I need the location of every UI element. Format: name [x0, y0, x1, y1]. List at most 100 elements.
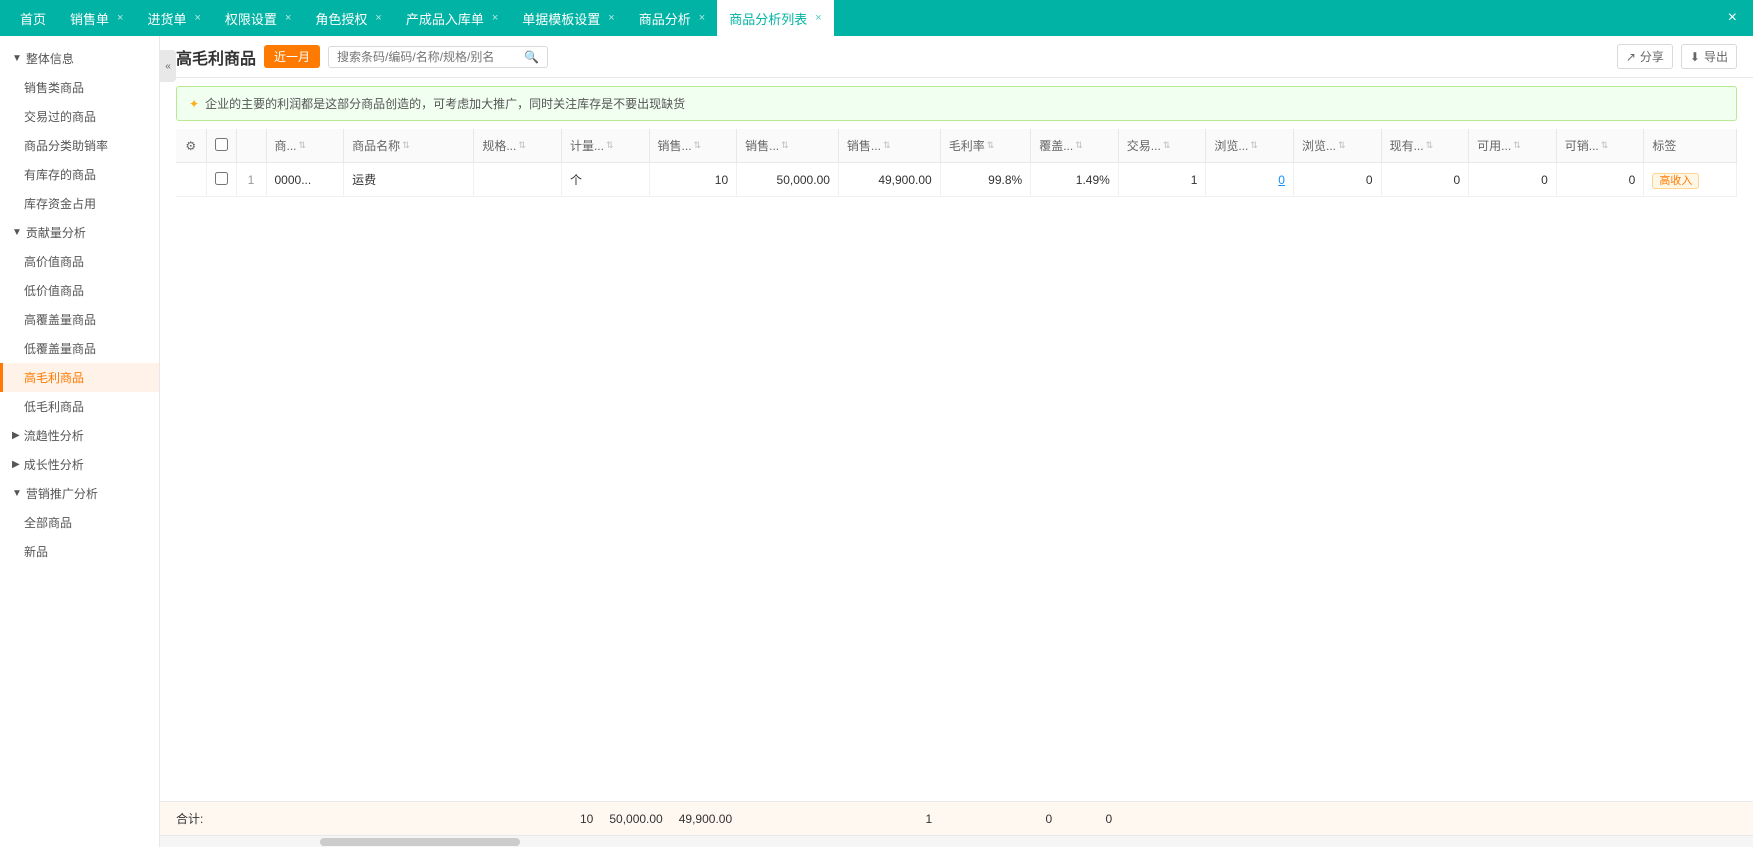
close-purchase-order[interactable]: × [194, 12, 200, 24]
th-settings[interactable]: ⚙ [176, 129, 206, 163]
nav-product-stock[interactable]: 产成品入库单 × [394, 0, 510, 36]
sidebar-item-new-goods[interactable]: 新品 [0, 537, 159, 566]
nav-purchase-order[interactable]: 进货单 × [135, 0, 212, 36]
close-product-analysis-list[interactable]: × [815, 12, 821, 24]
arrow-contribution: ▼ [12, 227, 22, 238]
sidebar-item-traded-goods[interactable]: 交易过的商品 [0, 102, 159, 131]
sort-gross-rate-icon: ⇅ [987, 140, 995, 151]
sidebar-item-high-coverage[interactable]: 高覆盖量商品 [0, 305, 159, 334]
export-button[interactable]: ⬇ 导出 [1681, 44, 1737, 69]
th-code[interactable]: 商...⇅ [266, 129, 344, 163]
share-button[interactable]: ↗ 分享 [1617, 44, 1673, 69]
sort-trade-icon: ⇅ [1163, 140, 1171, 151]
sort-sales-cost-icon: ⇅ [883, 140, 891, 151]
nav-role-auth[interactable]: 角色授权 × [303, 0, 393, 36]
horizontal-scrollbar[interactable] [160, 835, 1753, 847]
footer-sales-amt: 50,000.00 [601, 812, 670, 826]
sidebar-item-low-margin[interactable]: 低毛利商品 [0, 392, 159, 421]
sidebar-item-stock-capital[interactable]: 库存资金占用 [0, 189, 159, 218]
nav-product-analysis[interactable]: 商品分析 × [627, 0, 717, 36]
table-row: 1 0000... 运费 个 [176, 163, 1737, 197]
filter-recent-month-button[interactable]: 近一月 [264, 45, 320, 68]
sidebar-group-growth[interactable]: ▶ 成长性分析 [0, 450, 159, 479]
footer-label: 合计: [176, 810, 203, 827]
th-sales-amt[interactable]: 销售...⇅ [737, 129, 839, 163]
table-header-row: ⚙ 商...⇅ 商品名称⇅ 规格...⇅ 计量...⇅ [176, 129, 1737, 163]
sort-sales-qty-icon: ⇅ [694, 140, 702, 151]
sidebar-group-flow[interactable]: ▶ 流趋性分析 [0, 421, 159, 450]
td-browse1[interactable]: 0 [1206, 163, 1294, 197]
sidebar-item-sales-goods[interactable]: 销售类商品 [0, 73, 159, 102]
th-stock-cur[interactable]: 现有...⇅ [1381, 129, 1469, 163]
sidebar-item-all-goods[interactable]: 全部商品 [0, 508, 159, 537]
th-sales-cost[interactable]: 销售...⇅ [838, 129, 940, 163]
th-unit[interactable]: 计量...⇅ [561, 129, 649, 163]
td-stock-cur: 0 [1381, 163, 1469, 197]
close-role-auth[interactable]: × [375, 12, 381, 24]
nav-home[interactable]: 首页 [8, 0, 58, 36]
footer-browse2: 0 [1000, 812, 1060, 826]
sidebar-item-high-value[interactable]: 高价值商品 [0, 247, 159, 276]
th-stock-sale[interactable]: 可销...⇅ [1556, 129, 1644, 163]
th-spec[interactable]: 规格...⇅ [474, 129, 562, 163]
close-product-stock[interactable]: × [492, 12, 498, 24]
nav-product-analysis-list[interactable]: 商品分析列表 × [717, 0, 833, 36]
select-all-checkbox[interactable] [215, 138, 228, 151]
search-input[interactable] [337, 50, 520, 64]
sidebar: ▼ 整体信息 销售类商品 交易过的商品 商品分类助销率 有库存的商品 库存资金占… [0, 36, 160, 847]
close-product-analysis[interactable]: × [699, 12, 705, 24]
data-table: ⚙ 商...⇅ 商品名称⇅ 规格...⇅ 计量...⇅ [176, 129, 1737, 197]
th-checkbox[interactable] [206, 129, 236, 163]
td-trade: 1 [1118, 163, 1206, 197]
sidebar-group-overall[interactable]: ▼ 整体信息 [0, 44, 159, 73]
th-trade[interactable]: 交易...⇅ [1118, 129, 1206, 163]
td-checkbox[interactable] [206, 163, 236, 197]
sidebar-item-category-assist[interactable]: 商品分类助销率 [0, 131, 159, 160]
th-browse1[interactable]: 浏览...⇅ [1206, 129, 1294, 163]
th-name[interactable]: 商品名称⇅ [344, 129, 474, 163]
nav-template-settings[interactable]: 单据模板设置 × [510, 0, 626, 36]
th-tag: 标签 [1644, 129, 1737, 163]
nav-sales-order[interactable]: 销售单 × [58, 0, 135, 36]
th-stock-avail[interactable]: 可用...⇅ [1469, 129, 1557, 163]
th-browse2[interactable]: 浏览...⇅ [1293, 129, 1381, 163]
tag-badge: 高收入 [1652, 173, 1699, 189]
sidebar-item-low-value[interactable]: 低价值商品 [0, 276, 159, 305]
sidebar-collapse-button[interactable]: « [160, 50, 176, 82]
arrow-overall: ▼ [12, 53, 22, 64]
arrow-growth: ▶ [12, 459, 20, 470]
export-icon: ⬇ [1690, 50, 1700, 64]
sidebar-item-stock-goods[interactable]: 有库存的商品 [0, 160, 159, 189]
sidebar-group-marketing[interactable]: ▼ 营销推广分析 [0, 479, 159, 508]
td-sales-qty: 10 [649, 163, 737, 197]
th-rownum [236, 129, 266, 163]
table-footer: 合计: 10 50,000.00 49,900.00 1 0 0 [160, 801, 1753, 835]
sort-browse2-icon: ⇅ [1338, 140, 1346, 151]
th-gross-rate[interactable]: 毛利率⇅ [940, 129, 1030, 163]
td-settings [176, 163, 206, 197]
sidebar-item-high-margin[interactable]: 高毛利商品 [0, 363, 159, 392]
sidebar-item-low-coverage[interactable]: 低覆盖量商品 [0, 334, 159, 363]
sort-unit-icon: ⇅ [606, 140, 614, 151]
close-permission-settings[interactable]: × [285, 12, 291, 24]
nav-close-all[interactable]: × [1720, 9, 1745, 27]
footer-sales-qty: 10 [541, 812, 601, 826]
nav-permission-settings[interactable]: 权限设置 × [213, 0, 303, 36]
search-icon[interactable]: 🔍 [524, 50, 539, 64]
sort-coverage-icon: ⇅ [1075, 140, 1083, 151]
td-coverage: 1.49% [1031, 163, 1119, 197]
td-spec [474, 163, 562, 197]
footer-sales-cost: 49,900.00 [671, 812, 740, 826]
th-sales-qty[interactable]: 销售...⇅ [649, 129, 737, 163]
close-template-settings[interactable]: × [608, 12, 614, 24]
sort-browse1-icon: ⇅ [1250, 140, 1258, 151]
td-stock-avail: 0 [1469, 163, 1557, 197]
row-checkbox[interactable] [215, 172, 228, 185]
top-nav: 首页 销售单 × 进货单 × 权限设置 × 角色授权 × 产成品入库单 × 单据… [0, 0, 1753, 36]
scrollbar-thumb[interactable] [320, 838, 520, 846]
th-coverage[interactable]: 覆盖...⇅ [1031, 129, 1119, 163]
sort-stock-sale-icon: ⇅ [1601, 140, 1609, 151]
close-sales-order[interactable]: × [117, 12, 123, 24]
sidebar-group-contribution[interactable]: ▼ 贡献量分析 [0, 218, 159, 247]
share-icon: ↗ [1626, 50, 1636, 64]
